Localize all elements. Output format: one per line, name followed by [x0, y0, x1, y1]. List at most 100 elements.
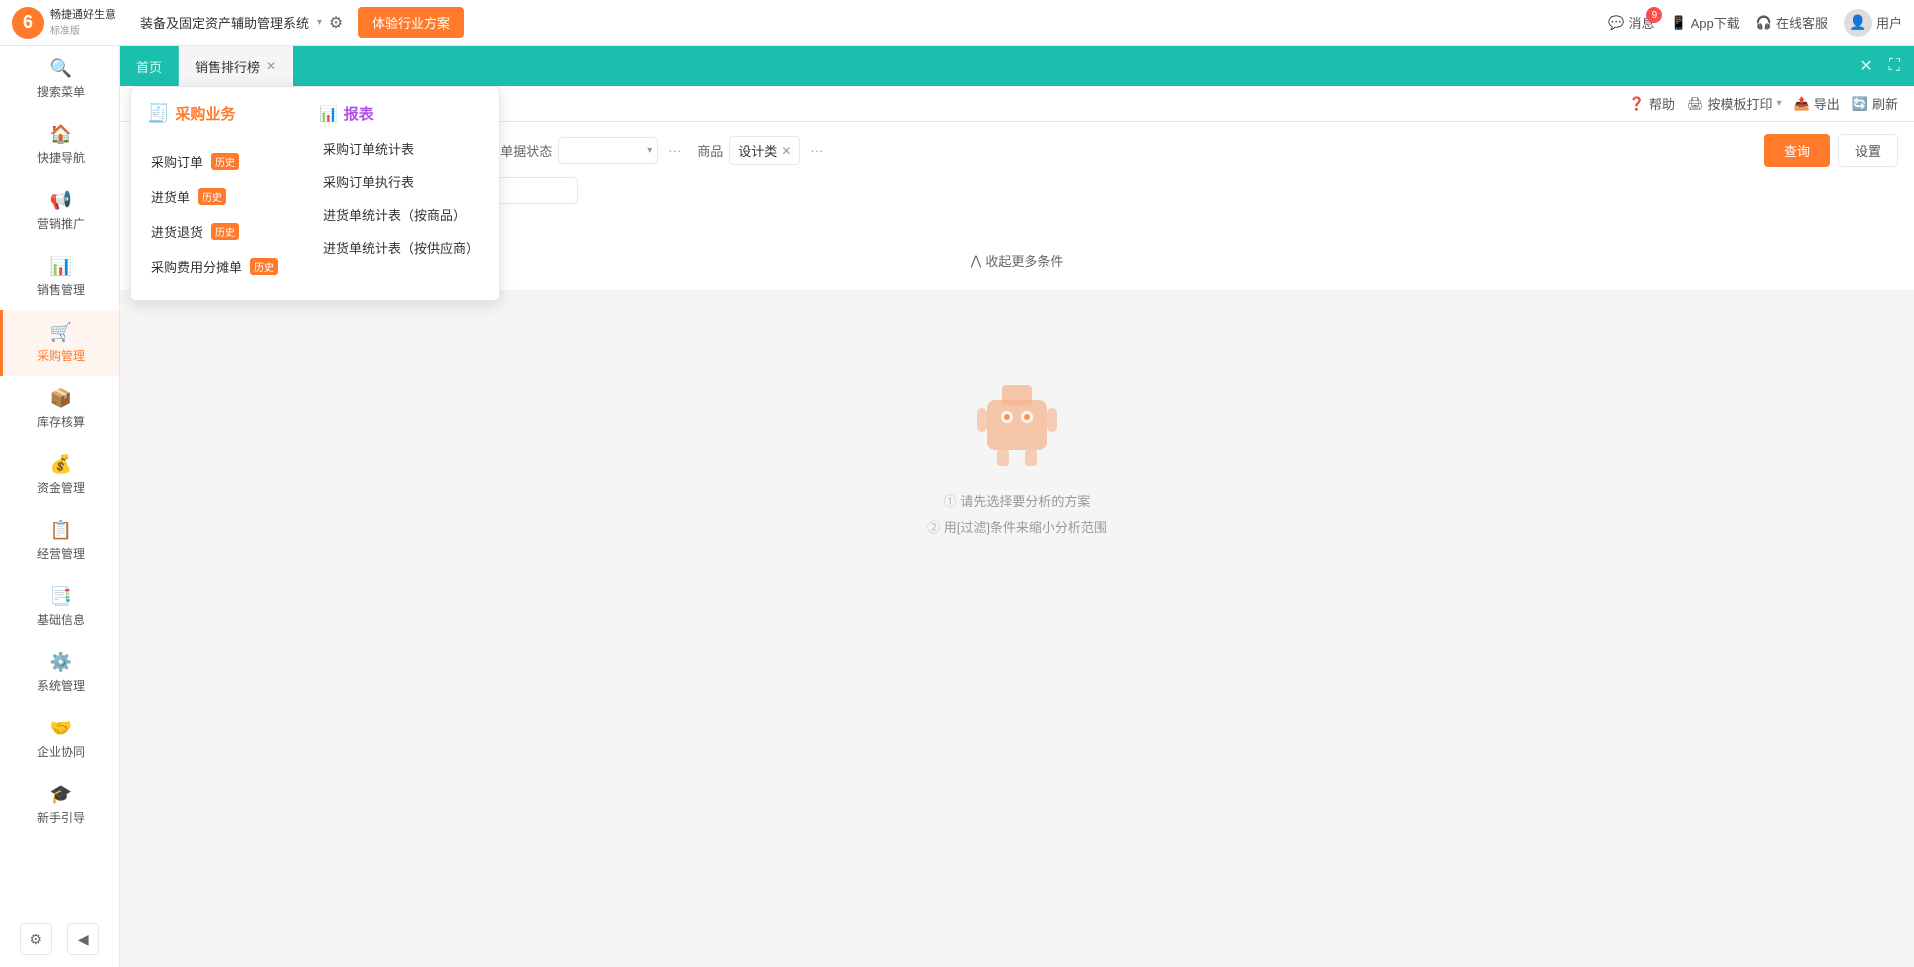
sidebar-item-inventory[interactable]: 📦 库存核算	[0, 376, 119, 442]
user-btn[interactable]: 👤 用户	[1844, 9, 1902, 37]
sidebar-item-basic[interactable]: 📑 基础信息	[0, 574, 119, 640]
user-avatar: 👤	[1844, 9, 1872, 37]
sidebar-bottom: ⚙ ◀	[0, 911, 119, 967]
online-service-btn[interactable]: 🎧 在线客服	[1756, 13, 1828, 32]
tab-sales-rank[interactable]: 销售排行榜 ✕	[179, 46, 293, 86]
single-status-select[interactable]	[558, 137, 658, 164]
sidebar-label-sales: 销售管理	[37, 281, 85, 298]
inbound-label: 进货单	[151, 187, 190, 206]
message-icon: 💬	[1608, 15, 1624, 31]
sidebar-label-operation: 经营管理	[37, 545, 85, 562]
purchase-col-title: 🧾 采购业务	[147, 103, 287, 132]
help-icon: ❓	[1629, 96, 1645, 112]
sidebar-item-quick[interactable]: 🏠 快捷导航	[0, 112, 119, 178]
set-button[interactable]: 设置	[1838, 134, 1898, 167]
logo-sub: 标准版	[50, 22, 116, 37]
empty-svg	[957, 370, 1077, 470]
sidebar-label-enterprise: 企业协同	[37, 743, 85, 760]
sidebar-item-purchase[interactable]: 🛒 采购管理	[0, 310, 119, 376]
logo-area: 6 畅捷通好生意 标准版	[12, 7, 132, 39]
sidebar-item-finance[interactable]: 💰 资金管理	[0, 442, 119, 508]
dropdown-item-purchase-order[interactable]: 采购订单 历史	[147, 144, 287, 179]
sidebar-item-marketing[interactable]: 📢 营销推广	[0, 178, 119, 244]
experience-button[interactable]: 体验行业方案	[358, 7, 464, 38]
single-status-more-btn[interactable]: ···	[664, 143, 685, 158]
export-btn[interactable]: 📤 导出	[1794, 94, 1840, 113]
expense-label: 采购费用分摊单	[151, 257, 242, 276]
refresh-icon: 🔄	[1852, 96, 1868, 112]
marketing-icon: 📢	[50, 190, 72, 211]
empty-tip-1: ① 请先选择要分析的方案	[944, 489, 1091, 515]
print-icon: 🖨	[1687, 96, 1704, 112]
goods-tag: 设计类 ✕	[729, 136, 800, 165]
sidebar-item-system[interactable]: ⚙️ 系统管理	[0, 640, 119, 706]
tab-close-window-btn[interactable]: ✕	[1853, 52, 1878, 80]
online-service-label: 在线客服	[1776, 13, 1828, 32]
sidebar-label-system: 系统管理	[37, 677, 85, 694]
refresh-btn[interactable]: 🔄 刷新	[1852, 94, 1898, 113]
purchase-order-history-badge: 历史	[211, 153, 239, 170]
gear-button[interactable]: ⚙	[322, 9, 350, 37]
phone-icon: 📱	[1670, 15, 1686, 31]
user-label: 用户	[1876, 13, 1902, 32]
print-label: 按模板打印	[1708, 94, 1773, 113]
help-btn[interactable]: ❓ 帮助	[1629, 94, 1675, 113]
dropdown-item-inbound-stat-goods[interactable]: 进货单统计表（按商品）	[319, 198, 483, 231]
logo-icon: 6	[12, 7, 44, 39]
dropdown-item-purchase-stat[interactable]: 采购订单统计表	[319, 132, 483, 165]
report-col-label: 报表	[344, 103, 374, 124]
empty-illustration	[957, 370, 1077, 473]
sidebar-item-enterprise[interactable]: 🤝 企业协同	[0, 706, 119, 772]
goods-tag-remove[interactable]: ✕	[781, 144, 791, 158]
search-icon: 🔍	[50, 58, 72, 79]
sidebar-label-inventory: 库存核算	[37, 413, 85, 430]
return-label: 进货退货	[151, 222, 203, 241]
dropdown-item-expense[interactable]: 采购费用分摊单 历史	[147, 249, 287, 284]
expense-history-badge: 历史	[250, 258, 278, 275]
query-button[interactable]: 查询	[1764, 134, 1830, 167]
sidebar-collapse-btn[interactable]: ◀	[67, 923, 99, 955]
sidebar-label-finance: 资金管理	[37, 479, 85, 496]
purchase-order-label: 采购订单	[151, 152, 203, 171]
single-status-label: 单据状态	[500, 141, 552, 160]
single-status-select-wrapper	[558, 137, 658, 164]
sidebar-settings-btn[interactable]: ⚙	[20, 923, 52, 955]
operation-icon: 📋	[50, 520, 72, 541]
message-btn[interactable]: 💬 消息 9	[1608, 13, 1654, 32]
dropdown-item-purchase-exec[interactable]: 采购订单执行表	[319, 165, 483, 198]
dropdown-item-inbound[interactable]: 进货单 历史	[147, 179, 287, 214]
purchase-icon: 🛒	[50, 322, 72, 343]
system-title-text: 装备及固定资产辅助管理系统	[140, 13, 309, 32]
tab-home-label: 首页	[136, 57, 162, 76]
tab-sales-rank-label: 销售排行榜	[195, 57, 260, 76]
report-col-title: 📊 报表	[319, 103, 483, 124]
enterprise-icon: 🤝	[50, 718, 72, 739]
tab-home[interactable]: 首页	[120, 46, 179, 86]
app-download-btn[interactable]: 📱 App下载	[1670, 13, 1739, 32]
collapse-btn[interactable]: ⋀ 收起更多条件	[971, 251, 1064, 270]
inbound-history-badge: 历史	[198, 188, 226, 205]
sidebar-label-purchase: 采购管理	[37, 347, 85, 364]
goods-tag-text: 设计类	[738, 141, 777, 160]
sidebar-label-search: 搜索菜单	[37, 83, 85, 100]
purchase-dropdown-menu: 🧾 采购业务 采购订单 历史 进货单 历史 进货退货 历史 采购费用分摊单 历史…	[130, 86, 500, 301]
dropdown-item-inbound-stat-supplier[interactable]: 进货单统计表（按供应商）	[319, 231, 483, 264]
sidebar-label-quick: 快捷导航	[37, 149, 85, 166]
logo-text: 畅捷通好生意	[50, 8, 116, 22]
tab-close-icon[interactable]: ✕	[266, 59, 276, 73]
return-history-badge: 历史	[211, 223, 239, 240]
sidebar-item-operation[interactable]: 📋 经营管理	[0, 508, 119, 574]
inventory-icon: 📦	[50, 388, 72, 409]
sidebar-item-guide[interactable]: 🎓 新手引导	[0, 772, 119, 838]
home-icon: 🏠	[50, 124, 72, 145]
guide-icon: 🎓	[50, 784, 72, 805]
print-btn[interactable]: 🖨 按模板打印 ▾	[1687, 94, 1782, 113]
sidebar-item-sales[interactable]: 📊 销售管理	[0, 244, 119, 310]
export-label: 导出	[1814, 94, 1840, 113]
chevron-up-icon: ⋀	[971, 253, 982, 269]
tab-expand-btn[interactable]: ⛶	[1883, 53, 1906, 79]
sidebar-item-search[interactable]: 🔍 搜索菜单	[0, 46, 119, 112]
goods-more-btn[interactable]: ···	[806, 143, 827, 158]
sidebar-label-guide: 新手引导	[37, 809, 85, 826]
dropdown-item-return[interactable]: 进货退货 历史	[147, 214, 287, 249]
